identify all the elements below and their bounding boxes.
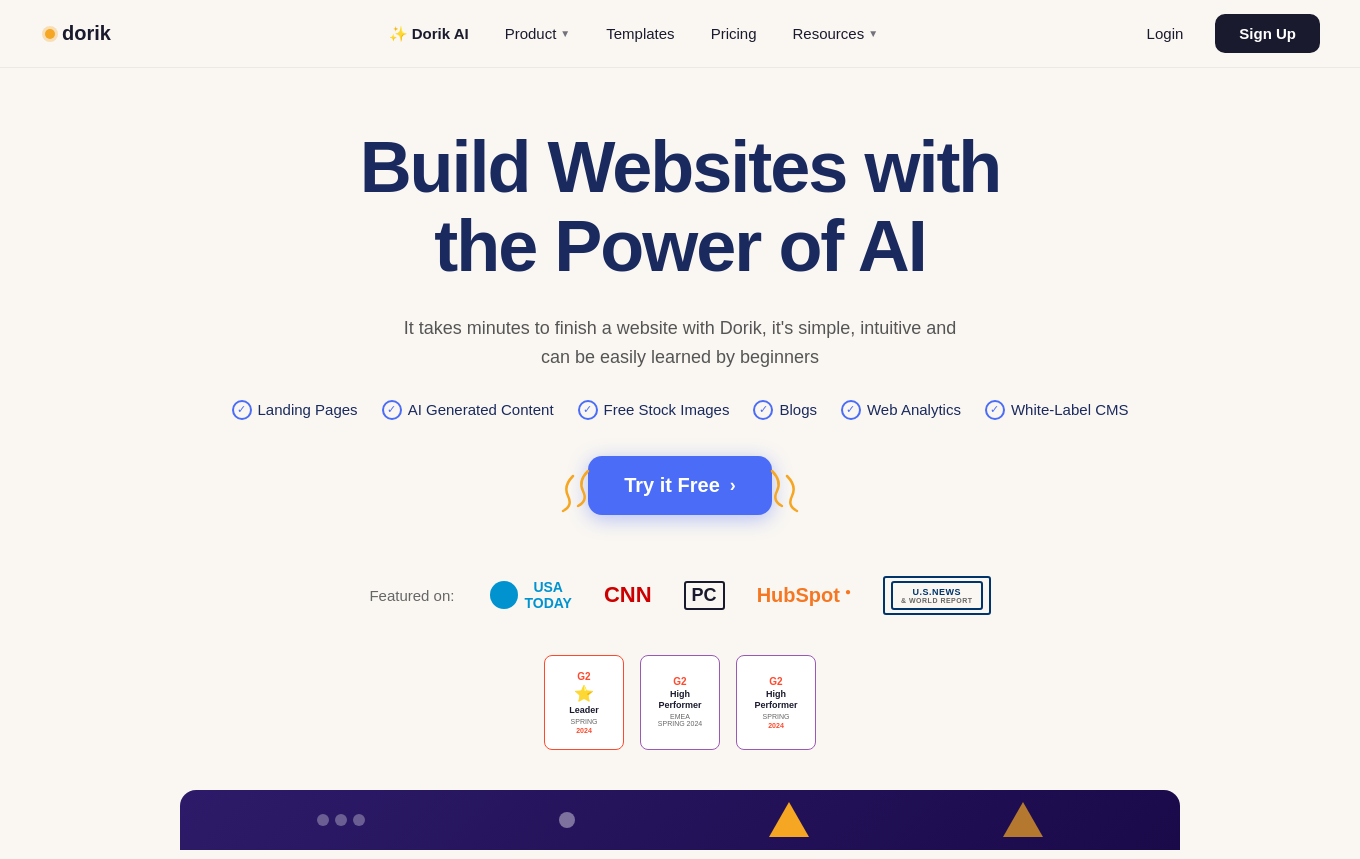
pc-magazine-logo: PC [684,581,725,610]
arrow-icon: › [730,475,736,496]
feature-web-analytics: ✓ Web Analytics [841,400,961,420]
nav-actions: Login Sign Up [1127,14,1320,53]
product-chevron-icon: ▼ [560,28,570,39]
preview-triangle-right-icon [1003,802,1043,837]
squiggle-left-icon [528,456,598,516]
feature-stock-images: ✓ Free Stock Images [578,400,730,420]
nav-resources-link[interactable]: Resources ▼ [776,17,894,50]
nav-product-link[interactable]: Product ▼ [489,17,587,50]
g2-high-performer-emea-badge: G2 HighPerformer EMEASPRING 2024 [640,655,720,750]
navbar: dorik ✨ Dorik AI Product ▼ Templates Pri… [0,0,1360,68]
squiggle-right-icon [762,456,832,516]
badge-sub-2: EMEASPRING 2024 [658,713,702,727]
nav-links: ✨ Dorik AI Product ▼ Templates Pricing R… [373,17,895,51]
preview-dot-1 [317,814,329,826]
g2-logo-1: G2 [577,671,590,682]
feature-landing-pages: ✓ Landing Pages [232,400,358,420]
usnews-logo: U.S.NEWS & WORLD REPORT [883,576,991,615]
cnn-logo: CNN [604,582,652,608]
check-icon-3: ✓ [578,400,598,420]
featured-logos: USATODAY CNN PC HubSpot ● U.S.NEWS & WOR… [490,576,990,615]
feature-ai-content: ✓ AI Generated Content [382,400,554,420]
featured-label: Featured on: [369,587,454,604]
logo[interactable]: dorik [40,18,140,50]
badge-year-3: 2024 [768,722,784,729]
leader-star-icon: ⭐ [574,684,594,703]
badge-type-1: Leader [569,705,599,716]
badge-sub-3: SPRING [763,713,790,720]
preview-dot-3 [353,814,365,826]
nav-pricing-link[interactable]: Pricing [695,17,773,50]
check-icon-1: ✓ [232,400,252,420]
badge-type-3: HighPerformer [754,689,797,711]
hero-subtitle: It takes minutes to finish a website wit… [390,314,970,372]
cta-area: Try it Free › [528,456,832,516]
feature-white-label: ✓ White-Label CMS [985,400,1129,420]
usa-today-logo: USATODAY [490,579,571,611]
usa-dot-icon [490,581,518,609]
resources-chevron-icon: ▼ [868,28,878,39]
nav-ai-link[interactable]: ✨ Dorik AI [373,17,485,51]
badge-type-2: HighPerformer [658,689,701,711]
logo-svg: dorik [40,18,140,50]
check-icon-4: ✓ [753,400,773,420]
check-icon-5: ✓ [841,400,861,420]
preview-dot-2 [335,814,347,826]
badge-year-1: 2024 [576,727,592,734]
nav-templates-link[interactable]: Templates [590,17,690,50]
preview-circle [559,812,575,828]
check-icon-6: ✓ [985,400,1005,420]
badge-sub-1: SPRING [571,718,598,725]
feature-blogs: ✓ Blogs [753,400,817,420]
feature-pills: ✓ Landing Pages ✓ AI Generated Content ✓… [232,400,1129,420]
bottom-preview [180,790,1180,850]
try-free-button[interactable]: Try it Free › [588,456,772,515]
check-icon-2: ✓ [382,400,402,420]
svg-text:dorik: dorik [62,22,112,44]
g2-logo-3: G2 [769,676,782,687]
featured-section: Featured on: USATODAY CNN PC HubSpot ● U… [369,576,990,615]
login-button[interactable]: Login [1127,17,1204,50]
badges-section: G2 ⭐ Leader SPRING 2024 G2 HighPerformer… [544,655,816,750]
g2-leader-badge: G2 ⭐ Leader SPRING 2024 [544,655,624,750]
preview-triangle-left-icon [769,802,809,837]
hubspot-logo: HubSpot ● [757,584,851,607]
signup-button[interactable]: Sign Up [1215,14,1320,53]
svg-point-1 [45,29,55,39]
hero-section: Build Websites with the Power of AI It t… [0,68,1360,859]
g2-high-performer-spring-badge: G2 HighPerformer SPRING 2024 [736,655,816,750]
preview-dots [317,814,365,826]
hero-title: Build Websites with the Power of AI [360,128,1001,286]
g2-logo-2: G2 [673,676,686,687]
